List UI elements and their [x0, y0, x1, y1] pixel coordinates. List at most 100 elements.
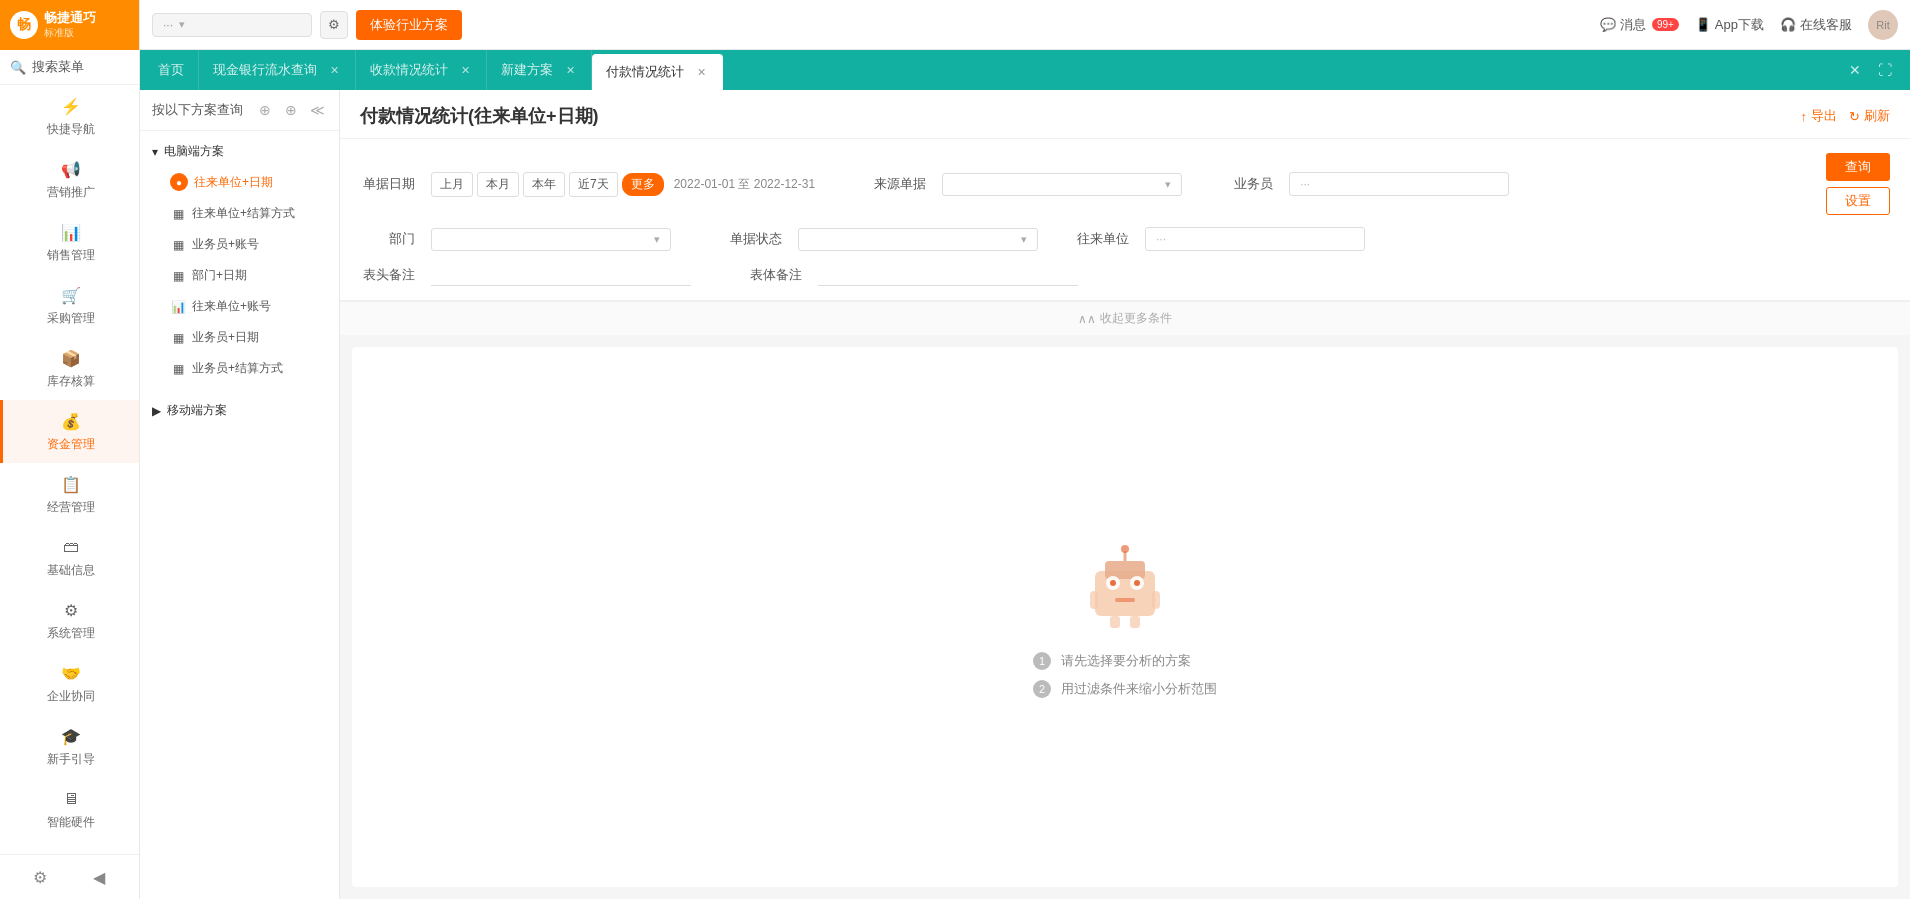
collapse-bar[interactable]: ∧∧ 收起更多条件 [340, 301, 1910, 335]
date-btn-more[interactable]: 更多 [622, 173, 664, 196]
capital-icon: 💰 [60, 410, 82, 432]
date-btn-this-year[interactable]: 本年 [523, 172, 565, 197]
sidebar-item-label: 系统管理 [47, 625, 95, 642]
tab-receipt-stats[interactable]: 收款情况统计 ✕ [356, 50, 487, 90]
partner-select[interactable]: ··· [1145, 227, 1365, 251]
refresh-button[interactable]: ↻ 刷新 [1849, 107, 1890, 125]
sidebar-nav: ⚡ 快捷导航 📢 营销推广 📊 销售管理 🛒 采购管理 📦 库存核算 💰 资金管… [0, 85, 139, 854]
messages-badge: 99+ [1652, 18, 1679, 31]
tree-pc-label: 电脑端方案 [164, 143, 224, 160]
collapse-up-icon: ∧∧ [1078, 312, 1096, 326]
tab-receipt-stats-close-icon[interactable]: ✕ [458, 63, 472, 77]
sidebar-item-hardware[interactable]: 🖥 智能硬件 [0, 778, 139, 841]
sidebar-item-label: 基础信息 [47, 562, 95, 579]
empty-tip-1: 1 请先选择要分析的方案 [1033, 652, 1217, 670]
tree-item-staff-settle[interactable]: ▦ 业务员+结算方式 [140, 353, 339, 384]
tree-item-unit-settle[interactable]: ▦ 往来单位+结算方式 [140, 198, 339, 229]
sidebar-item-purchase[interactable]: 🛒 采购管理 [0, 274, 139, 337]
date-btn-this-month[interactable]: 本月 [477, 172, 519, 197]
sidebar-footer: ⚙ ◀ [0, 854, 139, 899]
sidebar-item-capital[interactable]: 💰 资金管理 [0, 400, 139, 463]
collapse-panel-icon[interactable]: ≪ [307, 100, 327, 120]
export-button[interactable]: ↑ 导出 [1801, 107, 1838, 125]
sidebar-item-operation[interactable]: 📋 经营管理 [0, 463, 139, 526]
tab-new-plan-close-icon[interactable]: ✕ [563, 63, 577, 77]
search-icon: 🔍 [10, 60, 26, 75]
topbar-gear-button[interactable]: ⚙ [320, 11, 348, 39]
source-select[interactable]: ▾ [942, 173, 1182, 196]
settings-plan-icon[interactable]: ⊕ [281, 100, 301, 120]
tab-close-all-icon[interactable]: ✕ [1844, 59, 1866, 81]
sidebar-item-wechat[interactable]: 💬 企业微信 [0, 841, 139, 854]
settings-footer-icon[interactable]: ⚙ [28, 865, 52, 889]
date-btn-7days[interactable]: 近7天 [569, 172, 618, 197]
page-header: 付款情况统计(往来单位+日期) ↑ 导出 ↻ 刷新 [340, 90, 1910, 139]
basic-icon: 🗃 [60, 536, 82, 558]
online-service-label: 在线客服 [1800, 16, 1852, 34]
source-select-arrow-icon: ▾ [1165, 178, 1171, 191]
tree-item-unit-date-label: 往来单位+日期 [194, 174, 273, 191]
tab-payment-stats-label: 付款情况统计 [606, 63, 684, 81]
filter-settings-button[interactable]: 设置 [1826, 187, 1890, 215]
messages-button[interactable]: 💬 消息 99+ [1600, 16, 1679, 34]
user-avatar[interactable]: Rit [1868, 10, 1898, 40]
app-download-button[interactable]: 📱 App下载 [1695, 16, 1764, 34]
tree-item-staff-account[interactable]: ▦ 业务员+账号 [140, 229, 339, 260]
system-icon: ⚙ [60, 599, 82, 621]
tab-new-plan[interactable]: 新建方案 ✕ [487, 50, 592, 90]
sidebar-item-guide[interactable]: 🎓 新手引导 [0, 715, 139, 778]
tree-item-staff-date[interactable]: ▦ 业务员+日期 [140, 322, 339, 353]
tree-pc-title[interactable]: ▾ 电脑端方案 [140, 137, 339, 166]
main-content: ··· ▾ ⚙ 体验行业方案 💬 消息 99+ 📱 App下载 🎧 在线客服 R… [140, 0, 1910, 899]
sidebar-item-sales[interactable]: 📊 销售管理 [0, 211, 139, 274]
topbar-left: ··· ▾ ⚙ 体验行业方案 [152, 10, 1590, 40]
tab-payment-stats[interactable]: 付款情况统计 ✕ [592, 54, 723, 90]
search-menu[interactable]: 🔍 搜索菜单 [0, 50, 139, 85]
dept-select[interactable]: ▾ [431, 228, 671, 251]
tree-item-unit-date[interactable]: ● 往来单位+日期 [140, 166, 339, 198]
tree-mobile-title[interactable]: ▶ 移动端方案 [140, 396, 339, 425]
sidebar-item-system[interactable]: ⚙ 系统管理 [0, 589, 139, 652]
tree-mobile-section: ▶ 移动端方案 [140, 390, 339, 431]
tree-item-staff-account-label: 业务员+账号 [192, 236, 259, 253]
header-note-input[interactable] [431, 263, 691, 286]
filter-action-buttons: 查询 设置 [1826, 153, 1890, 215]
collapse-sidebar-icon[interactable]: ◀ [87, 865, 111, 889]
sidebar-item-inventory[interactable]: 📦 库存核算 [0, 337, 139, 400]
hardware-icon: 🖥 [60, 788, 82, 810]
sidebar-item-quick-nav[interactable]: ⚡ 快捷导航 [0, 85, 139, 148]
sidebar-item-enterprise[interactable]: 🤝 企业协同 [0, 652, 139, 715]
address-bar[interactable]: ··· ▾ [152, 13, 312, 37]
app-download-label: App下载 [1715, 16, 1764, 34]
tree-item-staff-settle-label: 业务员+结算方式 [192, 360, 283, 377]
unit-account-icon: 📊 [170, 299, 186, 315]
tree-item-dept-date[interactable]: ▦ 部门+日期 [140, 260, 339, 291]
tab-bank-flow[interactable]: 现金银行流水查询 ✕ [199, 50, 356, 90]
messages-label: 消息 [1620, 16, 1646, 34]
empty-tip-2: 2 用过滤条件来缩小分析范围 [1033, 680, 1217, 698]
tree-item-unit-account[interactable]: 📊 往来单位+账号 [140, 291, 339, 322]
date-btn-last-month[interactable]: 上月 [431, 172, 473, 197]
online-service-button[interactable]: 🎧 在线客服 [1780, 16, 1852, 34]
tab-payment-stats-close-icon[interactable]: ✕ [694, 65, 708, 79]
tab-home[interactable]: 首页 [144, 50, 199, 90]
staff-select[interactable]: ··· [1289, 172, 1509, 196]
topbar: ··· ▾ ⚙ 体验行业方案 💬 消息 99+ 📱 App下载 🎧 在线客服 R… [140, 0, 1910, 50]
unit-settle-icon: ▦ [170, 206, 186, 222]
tab-bank-flow-close-icon[interactable]: ✕ [327, 63, 341, 77]
sidebar-item-marketing[interactable]: 📢 营销推广 [0, 148, 139, 211]
sidebar-item-basic[interactable]: 🗃 基础信息 [0, 526, 139, 589]
staff-label: 业务员 [1218, 175, 1273, 193]
filter-row-3: 表头备注 表体备注 [360, 263, 1890, 286]
body-note-input[interactable] [818, 263, 1078, 286]
tip-text-2: 用过滤条件来缩小分析范围 [1061, 680, 1217, 698]
tab-expand-icon[interactable]: ⛶ [1874, 59, 1896, 81]
sidebar-item-label: 智能硬件 [47, 814, 95, 831]
trial-button[interactable]: 体验行业方案 [356, 10, 462, 40]
enterprise-icon: 🤝 [60, 662, 82, 684]
add-plan-icon[interactable]: ⊕ [255, 100, 275, 120]
query-button[interactable]: 查询 [1826, 153, 1890, 181]
staff-placeholder: ··· [1300, 177, 1498, 191]
sidebar-item-label: 快捷导航 [47, 121, 95, 138]
doc-status-select[interactable]: ▾ [798, 228, 1038, 251]
